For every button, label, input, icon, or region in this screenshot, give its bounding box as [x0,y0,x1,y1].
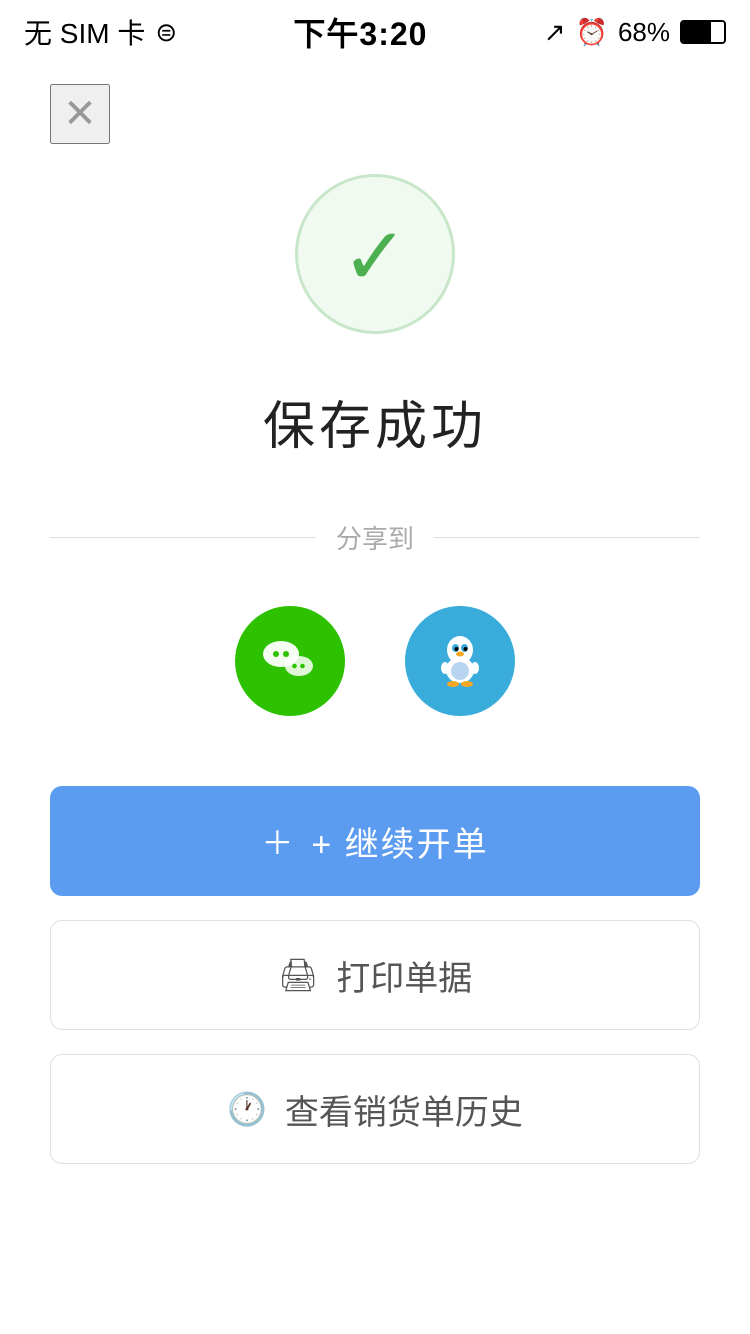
share-section: 分享到 [50,519,700,716]
history-icon: 🕐 [227,1090,267,1128]
share-divider: 分享到 [50,519,700,556]
battery-pct: 68% [618,17,670,48]
success-title: 保存成功 [263,384,487,459]
print-label: 打印单据 [336,951,472,1000]
divider-left [50,537,316,538]
battery-icon [680,20,726,44]
wechat-icon [257,628,323,694]
wifi-icon: ⊜ [155,17,177,48]
close-button[interactable]: ✕ [50,84,110,144]
status-left: 无 SIM 卡 ⊜ [24,12,177,52]
main-content: ✕ ✓ 保存成功 分享到 [0,64,750,1334]
qq-icon [429,630,491,692]
history-label: 查看销货单历史 [285,1085,523,1134]
history-button[interactable]: 🕐 查看销货单历史 [50,1054,700,1164]
success-circle: ✓ [295,174,455,334]
status-time: 下午3:20 [293,9,427,55]
share-label: 分享到 [336,519,414,556]
divider-right [434,537,700,538]
alarm-icon: ⏰ [576,17,608,48]
status-right: ↗ ⏰ 68% [544,17,726,48]
print-button[interactable]: 🖨 打印单据 [50,920,700,1030]
carrier-text: 无 SIM 卡 [24,12,145,52]
share-icons [50,606,700,716]
plus-icon: ＋ [261,818,293,864]
continue-button[interactable]: ＋ + 继续开单 [50,786,700,896]
qq-share-button[interactable] [405,606,515,716]
wechat-share-button[interactable] [235,606,345,716]
print-icon: 🖨 [278,956,319,994]
continue-label: + 继续开单 [311,817,488,866]
close-icon: ✕ [63,94,97,134]
status-bar: 无 SIM 卡 ⊜ 下午3:20 ↗ ⏰ 68% [0,0,750,64]
action-buttons: ＋ + 继续开单 🖨 打印单据 🕐 查看销货单历史 [50,786,700,1164]
checkmark-icon: ✓ [341,217,408,297]
location-icon: ↗ [544,17,566,48]
